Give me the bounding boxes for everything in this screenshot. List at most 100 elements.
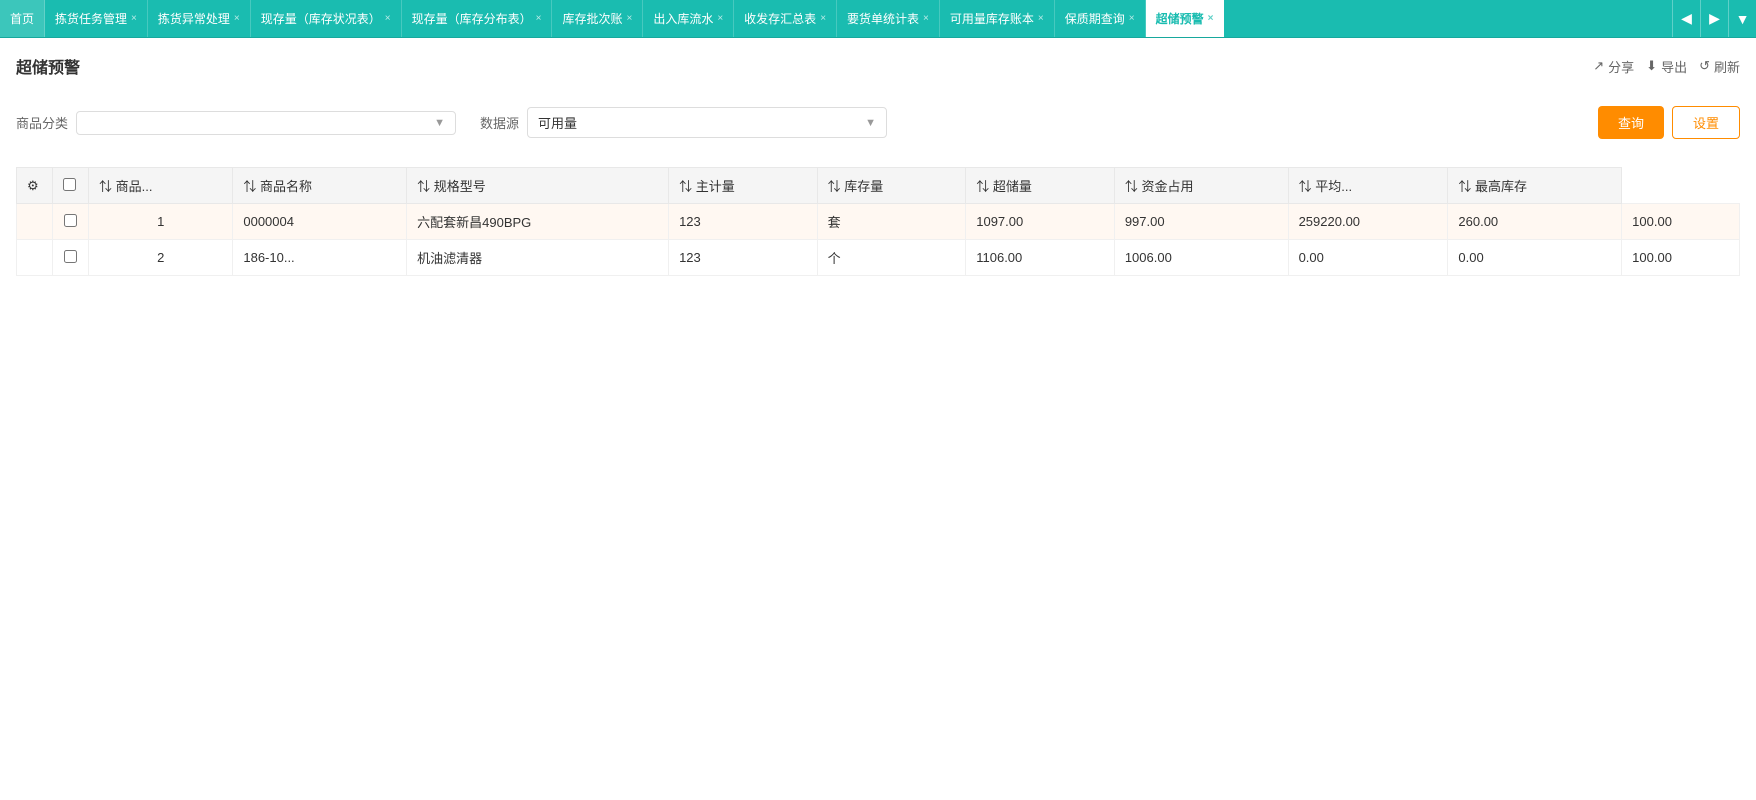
nav-tab-collect-send[interactable]: 收发存汇总表 × — [734, 0, 837, 37]
nav-tab-label: 超储预警 — [1156, 10, 1204, 27]
product-code-col-header[interactable]: ⇅ 商品... — [89, 168, 233, 204]
table-row: 1 0000004 六配套新昌490BPG 123 套 1097.00 997.… — [17, 204, 1740, 240]
nav-tab-inventory-status[interactable]: 现存量（库存状况表） × — [251, 0, 402, 37]
datasource-filter: 数据源 可用量 ▼ — [480, 107, 887, 138]
row-index: 2 — [89, 240, 233, 276]
nav-tab-label: 要货单统计表 — [847, 10, 919, 27]
nav-tab-label: 可用量库存账本 — [950, 10, 1034, 27]
product-name-col-header[interactable]: ⇅ 商品名称 — [233, 168, 407, 204]
filter-bar: 商品分类 ▼ 数据源 可用量 ▼ 查询 设置 — [16, 94, 1740, 151]
close-tab-icon[interactable]: × — [1038, 13, 1044, 24]
refresh-button[interactable]: ↺ 刷新 — [1699, 57, 1740, 76]
filter-action-buttons: 查询 设置 — [1598, 106, 1740, 139]
datasource-value: 可用量 — [538, 113, 577, 132]
row-index: 1 — [89, 204, 233, 240]
category-select[interactable]: ▼ — [76, 111, 456, 135]
nav-tab-inventory-dist[interactable]: 现存量（库存分布表） × — [402, 0, 553, 37]
chevron-down-icon: ▼ — [434, 117, 445, 129]
export-icon: ⬇ — [1646, 58, 1657, 74]
close-tab-icon[interactable]: × — [131, 13, 137, 24]
nav-tab-overstock-warning[interactable]: 超储预警 × — [1146, 0, 1225, 37]
nav-tab-label: 拣货任务管理 — [55, 10, 127, 27]
unit-col-header[interactable]: ⇅ 主计量 — [669, 168, 818, 204]
close-tab-icon[interactable]: × — [820, 13, 826, 24]
nav-tab-label: 现存量（库存分布表） — [412, 10, 532, 27]
inventory-cell: 1097.00 — [966, 204, 1115, 240]
inventory-cell: 1106.00 — [966, 240, 1115, 276]
nav-tab-inout-flow[interactable]: 出入库流水 × — [643, 0, 734, 37]
datasource-label: 数据源 — [480, 113, 519, 132]
spec-cell: 123 — [669, 204, 818, 240]
product-code-cell: 0000004 — [233, 204, 407, 240]
max-stock-cell: 100.00 — [1622, 240, 1740, 276]
unit-cell: 套 — [817, 204, 966, 240]
close-tab-icon[interactable]: × — [717, 13, 723, 24]
select-all-checkbox[interactable] — [63, 178, 76, 191]
close-tab-icon[interactable]: × — [536, 13, 542, 24]
max-stock-cell: 100.00 — [1622, 204, 1740, 240]
nav-next-button[interactable]: ▶ — [1700, 0, 1728, 37]
close-tab-icon[interactable]: × — [385, 13, 391, 24]
close-tab-icon[interactable]: × — [234, 13, 240, 24]
avg-col-header[interactable]: ⇅ 平均... — [1288, 168, 1448, 204]
nav-tab-task-mgmt[interactable]: 拣货任务管理 × — [45, 0, 148, 37]
close-tab-icon[interactable]: × — [923, 13, 929, 24]
table-row: 2 186-10... 机油滤清器 123 个 1106.00 1006.00 … — [17, 240, 1740, 276]
data-table: ⚙ ⇅ 商品... ⇅ 商品名称 ⇅ 规格型号 ⇅ 主计量 ⇅ — [16, 167, 1740, 276]
nav-more-button[interactable]: ▼ — [1728, 0, 1756, 37]
nav-tab-quality-check[interactable]: 保质期查询 × — [1055, 0, 1146, 37]
product-code-cell: 186-10... — [233, 240, 407, 276]
refresh-icon: ↺ — [1699, 58, 1710, 74]
nav-tab-label: 现存量（库存状况表） — [261, 10, 381, 27]
gear-icon[interactable]: ⚙ — [27, 178, 39, 193]
datasource-select[interactable]: 可用量 ▼ — [527, 107, 887, 138]
overstock-cell: 997.00 — [1114, 204, 1288, 240]
spec-col-header[interactable]: ⇅ 规格型号 — [407, 168, 669, 204]
chevron-down-icon: ▼ — [865, 117, 876, 129]
capital-cell: 259220.00 — [1288, 204, 1448, 240]
close-tab-icon[interactable]: × — [1129, 13, 1135, 24]
nav-tab-available-account[interactable]: 可用量库存账本 × — [940, 0, 1055, 37]
page-title: 超储预警 — [16, 54, 80, 78]
export-button[interactable]: ⬇ 导出 — [1646, 57, 1687, 76]
checkbox-col-header — [53, 168, 89, 204]
share-button[interactable]: ↗ 分享 — [1593, 57, 1634, 76]
top-navigation: 首页拣货任务管理×拣货异常处理×现存量（库存状况表）×现存量（库存分布表）×库存… — [0, 0, 1756, 38]
row-checkbox-cell — [53, 204, 89, 240]
row-checkbox-cell — [53, 240, 89, 276]
page-container: 超储预警 ↗ 分享 ⬇ 导出 ↺ 刷新 商品分类 ▼ 数据源 — [0, 38, 1756, 800]
nav-arrows: ◀ ▶ ▼ — [1672, 0, 1756, 37]
spec-cell: 123 — [669, 240, 818, 276]
overstock-cell: 1006.00 — [1114, 240, 1288, 276]
close-tab-icon[interactable]: × — [1208, 13, 1214, 24]
close-tab-icon[interactable]: × — [626, 13, 632, 24]
category-filter: 商品分类 ▼ — [16, 111, 456, 135]
table-header-row: ⚙ ⇅ 商品... ⇅ 商品名称 ⇅ 规格型号 ⇅ 主计量 ⇅ — [17, 168, 1740, 204]
nav-tab-label: 收发存汇总表 — [744, 10, 816, 27]
nav-tab-batch[interactable]: 库存批次账 × — [552, 0, 643, 37]
header-actions: ↗ 分享 ⬇ 导出 ↺ 刷新 — [1593, 57, 1740, 76]
nav-tab-label: 拣货异常处理 — [158, 10, 230, 27]
nav-tab-label: 保质期查询 — [1065, 10, 1125, 27]
nav-tab-label: 出入库流水 — [653, 10, 713, 27]
nav-tab-label: 首页 — [10, 10, 34, 27]
max-stock-col-header[interactable]: ⇅ 最高库存 — [1448, 168, 1622, 204]
capital-col-header[interactable]: ⇅ 资金占用 — [1114, 168, 1288, 204]
nav-tab-label: 库存批次账 — [562, 10, 622, 27]
page-header: 超储预警 ↗ 分享 ⬇ 导出 ↺ 刷新 — [16, 54, 1740, 78]
unit-cell: 个 — [817, 240, 966, 276]
nav-prev-button[interactable]: ◀ — [1672, 0, 1700, 37]
avg-cell: 260.00 — [1448, 204, 1622, 240]
avg-cell: 0.00 — [1448, 240, 1622, 276]
nav-tab-order-stats[interactable]: 要货单统计表 × — [837, 0, 940, 37]
row-checkbox[interactable] — [64, 250, 77, 263]
nav-tab-abnormal[interactable]: 拣货异常处理 × — [148, 0, 251, 37]
overstock-col-header[interactable]: ⇅ 超储量 — [966, 168, 1115, 204]
query-button[interactable]: 查询 — [1598, 106, 1664, 139]
capital-cell: 0.00 — [1288, 240, 1448, 276]
inventory-col-header[interactable]: ⇅ 库存量 — [817, 168, 966, 204]
nav-tab-home[interactable]: 首页 — [0, 0, 45, 37]
row-settings-cell — [17, 204, 53, 240]
row-checkbox[interactable] — [64, 214, 77, 227]
settings-button[interactable]: 设置 — [1672, 106, 1740, 139]
